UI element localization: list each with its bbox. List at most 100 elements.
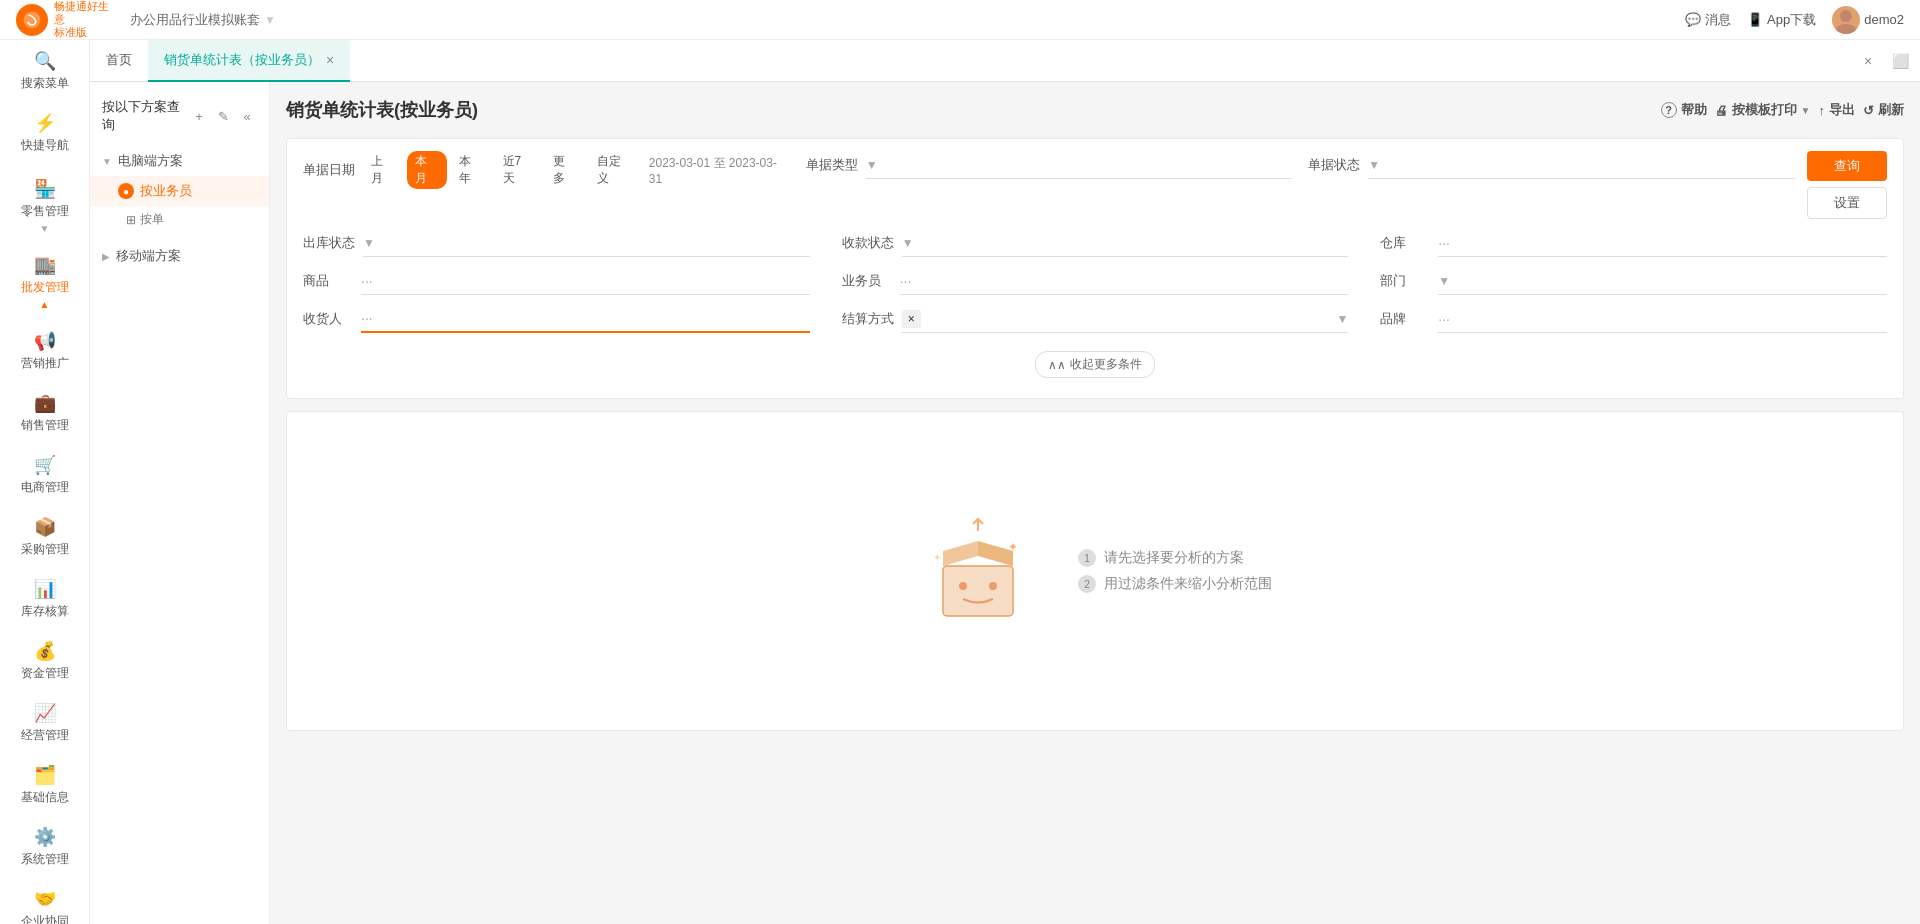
pc-section-header[interactable]: ▼ 电脑端方案 xyxy=(90,146,269,176)
sidebar-item-search[interactable]: 🔍 搜索菜单 xyxy=(0,40,89,102)
marketing-label: 营销推广 xyxy=(21,355,69,372)
query-button[interactable]: 查询 xyxy=(1807,151,1887,181)
out-status-label: 出库状态 xyxy=(303,234,355,252)
date-btn-more[interactable]: 更多 xyxy=(545,151,585,189)
out-status-select[interactable]: ▼ xyxy=(363,229,810,257)
panel-collapse-button[interactable]: « xyxy=(237,106,257,126)
wholesale-arrow: ▲ xyxy=(40,299,50,310)
panel-add-button[interactable]: + xyxy=(189,106,209,126)
salesman-dots[interactable]: ··· xyxy=(900,273,912,289)
warehouse-dots[interactable]: ··· xyxy=(1438,235,1450,251)
filter-area: 单据日期 上月 本月 本年 近7天 更多 自定义 2023-03-01 至 20… xyxy=(286,138,1904,399)
mobile-section-arrow: ▶ xyxy=(102,251,110,262)
panel-sub-item-order[interactable]: ⊞ 按单 xyxy=(90,206,269,233)
sidebar-item-quicknav[interactable]: ⚡ 快捷导航 xyxy=(0,102,89,164)
help-button[interactable]: ? 帮助 xyxy=(1661,101,1707,119)
collapse-button[interactable]: ∧∧ 收起更多条件 xyxy=(1035,351,1155,378)
receiver-label: 收货人 xyxy=(303,310,353,328)
tab-close-button[interactable]: × xyxy=(326,52,334,68)
tab-maximize-button[interactable]: ⬜ xyxy=(1888,49,1912,73)
message-button[interactable]: 💬 消息 xyxy=(1685,11,1731,29)
tab-home-label: 首页 xyxy=(106,51,132,69)
mobile-section-label: 移动端方案 xyxy=(116,247,181,265)
panel-header-actions: + ✎ « xyxy=(189,106,257,126)
inventory-label: 库存核算 xyxy=(21,603,69,620)
order-type-label: 单据类型 xyxy=(806,156,858,174)
sidebar-item-marketing[interactable]: 📢 营销推广 xyxy=(0,320,89,382)
order-status-arrow: ▼ xyxy=(1368,158,1380,172)
sidebar-item-finance[interactable]: 💰 资金管理 xyxy=(0,630,89,692)
order-type-select[interactable]: ▼ xyxy=(866,151,1293,179)
warehouse-select[interactable]: ··· xyxy=(1438,229,1887,257)
receipt-status-label: 收款状态 xyxy=(842,234,894,252)
filter-goods: 商品 ··· xyxy=(303,267,810,295)
sidebar-item-system[interactable]: ⚙️ 系统管理 xyxy=(0,816,89,878)
panel-edit-button[interactable]: ✎ xyxy=(213,106,233,126)
dept-label: 部门 xyxy=(1380,272,1430,290)
date-btn-thismonth[interactable]: 本月 xyxy=(407,151,447,189)
system-icon: ⚙️ xyxy=(34,826,56,848)
salesman-label: 业务员 xyxy=(842,272,892,290)
sidebar-item-retail[interactable]: 🏪 零售管理 ▼ xyxy=(0,168,89,244)
sidebar-item-enterprise[interactable]: 🤝 企业协同 xyxy=(0,878,89,924)
settlement-select[interactable]: × ▼ xyxy=(902,305,1349,333)
collapse-icon: ∧∧ xyxy=(1048,358,1066,372)
print-icon: 🖨 xyxy=(1715,103,1728,118)
sidebar-item-basic[interactable]: 🗂️ 基础信息 xyxy=(0,754,89,816)
dept-select[interactable]: ▼ xyxy=(1438,267,1887,295)
warehouse-label: 仓库 xyxy=(1380,234,1430,252)
goods-select[interactable]: ··· xyxy=(361,267,810,295)
tab-bar-actions: × ⬜ xyxy=(1856,49,1920,73)
date-btn-lastmonth[interactable]: 上月 xyxy=(363,151,403,189)
tip-num-1: 1 xyxy=(1078,549,1096,567)
purchase-icon: 📦 xyxy=(34,516,56,538)
panel-item-salesperson[interactable]: ● 按业务员 xyxy=(90,176,269,206)
order-status-select[interactable]: ▼ xyxy=(1368,151,1795,179)
goods-dots[interactable]: ··· xyxy=(361,273,373,289)
sidebar-item-management[interactable]: 📈 经营管理 xyxy=(0,692,89,754)
order-icon: ⊞ xyxy=(126,213,136,227)
date-btn-custom[interactable]: 自定义 xyxy=(589,151,641,189)
receiver-dots[interactable]: ··· xyxy=(361,310,373,326)
tip-text-1: 请先选择要分析的方案 xyxy=(1104,549,1244,567)
sidebar-item-sales[interactable]: 💼 销售管理 xyxy=(0,382,89,444)
sidebar-item-wholesale[interactable]: 🏬 批发管理 ▲ xyxy=(0,244,89,320)
refresh-button[interactable]: ↺ 刷新 xyxy=(1863,101,1904,119)
basic-icon: 🗂️ xyxy=(34,764,56,786)
settlement-label: 结算方式 xyxy=(842,310,894,328)
help-label: 帮助 xyxy=(1681,101,1707,119)
sidebar-item-purchase[interactable]: 📦 采购管理 xyxy=(0,506,89,568)
settlement-arrow: ▼ xyxy=(1336,312,1348,326)
sidebar-item-ecommerce[interactable]: 🛒 电商管理 xyxy=(0,444,89,506)
sidebar-item-inventory[interactable]: 📊 库存核算 xyxy=(0,568,89,630)
salesman-select[interactable]: ··· xyxy=(900,267,1349,295)
tab-current[interactable]: 销货单统计表（按业务员） × xyxy=(148,40,350,82)
export-button[interactable]: ↑ 导出 xyxy=(1819,101,1856,119)
page-title-area: 销货单统计表(按业务员) ? 帮助 🖨 按模板打印 ▼ xyxy=(286,98,1904,122)
top-bar-left: 畅捷通好生意标准版 办公用品行业模拟账套 ▼ xyxy=(16,0,276,39)
date-range: 2023-03-01 至 2023-03-31 xyxy=(649,155,790,186)
settings-button[interactable]: 设置 xyxy=(1807,187,1887,219)
empty-tip-2: 2 用过滤条件来缩小分析范围 xyxy=(1078,575,1272,593)
settlement-tag-close[interactable]: × xyxy=(908,312,915,326)
print-dropdown-arrow: ▼ xyxy=(1801,105,1811,116)
mobile-section-header[interactable]: ▶ 移动端方案 xyxy=(90,241,269,271)
tab-close-all-button[interactable]: × xyxy=(1856,49,1880,73)
app-icon: 📱 xyxy=(1747,12,1763,27)
tab-home[interactable]: 首页 xyxy=(90,40,148,82)
app-download-button[interactable]: 📱 App下载 xyxy=(1747,11,1816,29)
wholesale-label: 批发管理 xyxy=(21,279,69,296)
empty-illustration: ✦ ✦ ✦ xyxy=(918,511,1038,631)
brand-select[interactable]: ··· xyxy=(1438,305,1887,333)
print-button[interactable]: 🖨 按模板打印 ▼ xyxy=(1715,101,1811,119)
user-area[interactable]: demo2 xyxy=(1832,6,1904,34)
filter-date: 单据日期 上月 本月 本年 近7天 更多 自定义 2023-03-01 至 20… xyxy=(303,151,790,189)
brand-dots[interactable]: ··· xyxy=(1438,311,1450,327)
tip-num-2: 2 xyxy=(1078,575,1096,593)
receipt-status-select[interactable]: ▼ xyxy=(902,229,1349,257)
filter-receipt-status: 收款状态 ▼ xyxy=(826,229,1349,257)
date-btn-thisyear[interactable]: 本年 xyxy=(451,151,491,189)
left-panel: 按以下方案查询 + ✎ « ▼ 电脑端方案 ● xyxy=(90,82,270,924)
receiver-select[interactable]: ··· xyxy=(361,305,810,333)
date-btn-7days[interactable]: 近7天 xyxy=(495,151,542,189)
